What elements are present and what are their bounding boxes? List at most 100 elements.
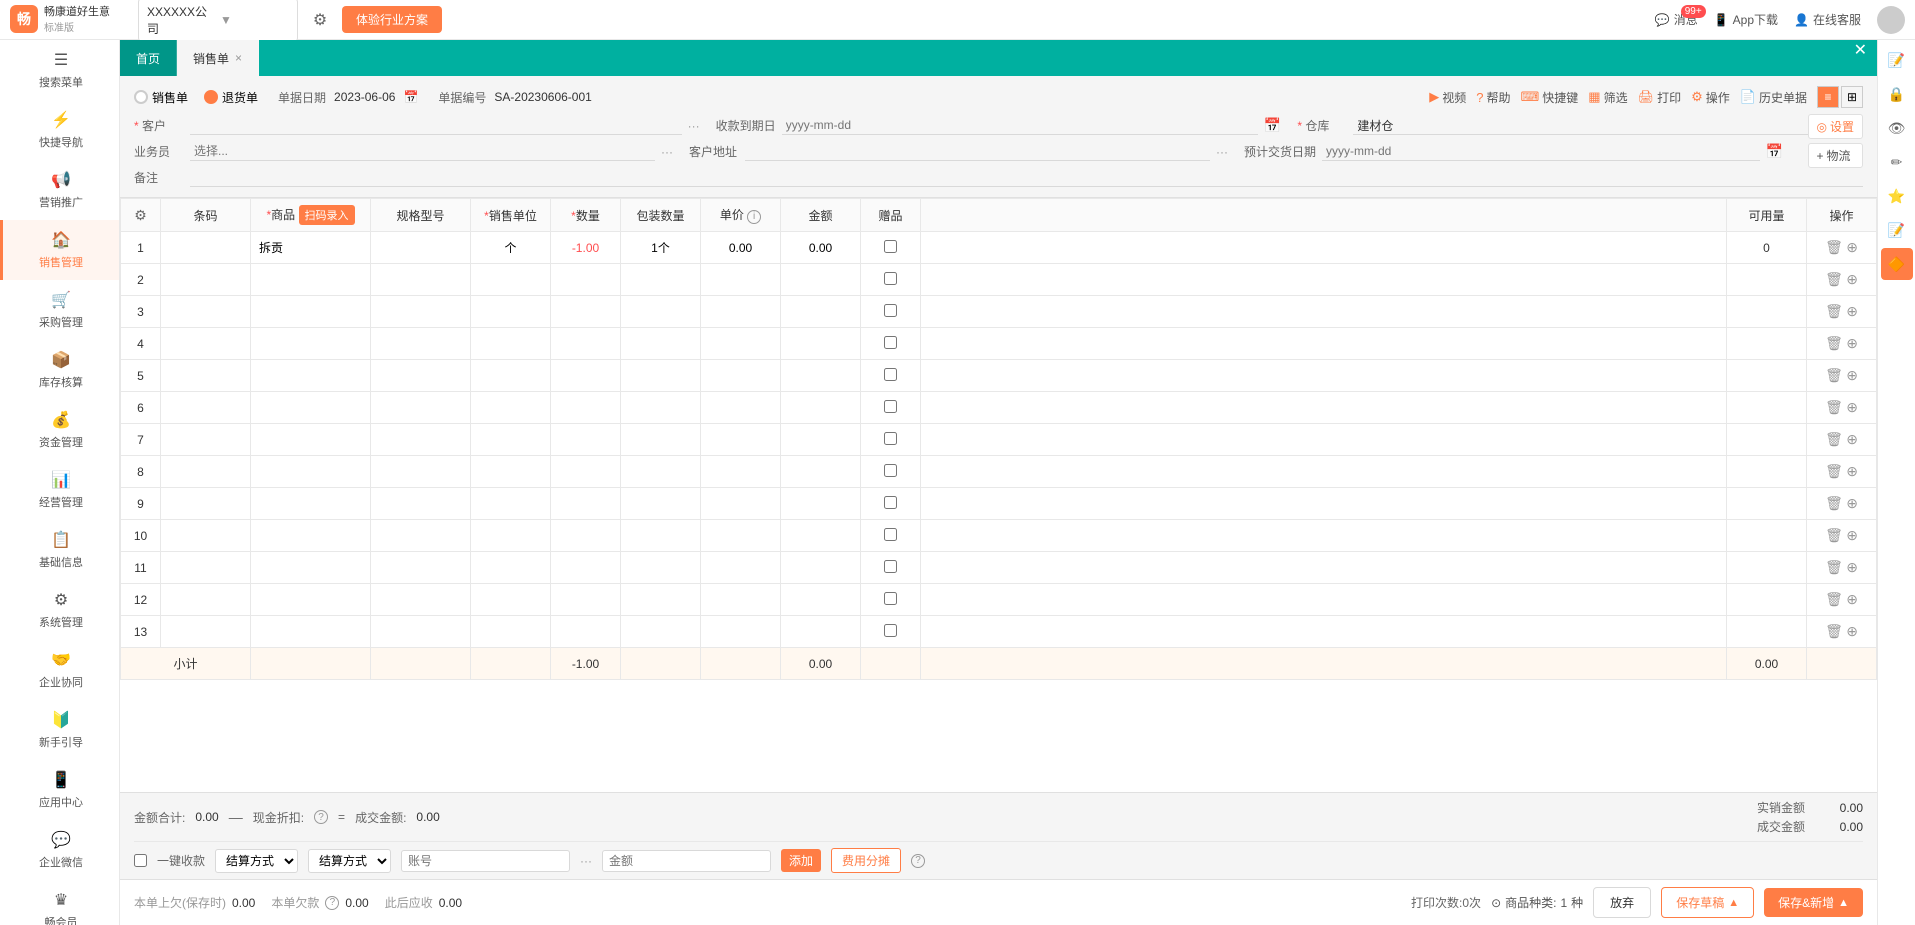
rp-lock-icon[interactable]: 🔒 [1881, 78, 1913, 110]
row-copy-icon-6[interactable]: ⊕ [1846, 399, 1858, 415]
rp-star-icon[interactable]: ⭐ [1881, 180, 1913, 212]
row-price-3[interactable] [701, 296, 781, 328]
fee-help-icon[interactable]: ? [911, 854, 925, 868]
row-product-13[interactable] [251, 616, 371, 648]
payment-method-select[interactable]: 结算方式 [215, 849, 298, 873]
cash-discount-info-icon[interactable]: ? [314, 810, 328, 824]
row-barcode-4[interactable] [161, 328, 251, 360]
row-pkgqty-5[interactable] [621, 360, 701, 392]
row-delete-icon-3[interactable]: 🗑 [1825, 303, 1843, 319]
row-barcode-6[interactable] [161, 392, 251, 424]
row-product-8[interactable] [251, 456, 371, 488]
row-price-4[interactable] [701, 328, 781, 360]
row-qty-6[interactable] [551, 392, 621, 424]
row-copy-icon-9[interactable]: ⊕ [1846, 495, 1858, 511]
row-product-9[interactable] [251, 488, 371, 520]
row-gift-5[interactable] [861, 360, 921, 392]
row-delete-icon-8[interactable]: 🗑 [1825, 463, 1843, 479]
row-amount-2[interactable] [781, 264, 861, 296]
row-spec-12[interactable] [371, 584, 471, 616]
row-unit-11[interactable] [471, 552, 551, 584]
payment-sub-select[interactable]: 结算方式 [308, 849, 391, 873]
row-gift-7[interactable] [861, 424, 921, 456]
row-amount-6[interactable] [781, 392, 861, 424]
sidebar-item-sales[interactable]: 🏠 销售管理 [0, 220, 119, 280]
row-spec-2[interactable] [371, 264, 471, 296]
row-pkgqty-13[interactable] [621, 616, 701, 648]
row-price-2[interactable] [701, 264, 781, 296]
row-price-11[interactable] [701, 552, 781, 584]
print-button[interactable]: 🖨 打印 [1638, 89, 1682, 106]
row-pkgqty-2[interactable] [621, 264, 701, 296]
row-barcode-1[interactable] [161, 232, 251, 264]
row-qty-1[interactable] [551, 232, 621, 264]
calendar-icon[interactable]: 📅 [403, 90, 418, 104]
row-amount-13[interactable] [781, 616, 861, 648]
row-product-2[interactable] [251, 264, 371, 296]
row-product-5[interactable] [251, 360, 371, 392]
row-gift-3[interactable] [861, 296, 921, 328]
row-delete-icon-6[interactable]: 🗑 [1825, 399, 1843, 415]
row-pkgqty-1[interactable] [621, 232, 701, 264]
row-copy-icon-10[interactable]: ⊕ [1846, 527, 1858, 543]
sidebar-item-member[interactable]: ♛ 畅会员 [0, 880, 119, 925]
row-gift-2[interactable] [861, 264, 921, 296]
row-copy-icon-4[interactable]: ⊕ [1846, 335, 1858, 351]
row-pkgqty-11[interactable] [621, 552, 701, 584]
row-qty-3[interactable] [551, 296, 621, 328]
row-delete-icon-2[interactable]: 🗑 [1825, 271, 1843, 287]
row-spec-3[interactable] [371, 296, 471, 328]
amount-input[interactable] [602, 850, 771, 872]
row-barcode-3[interactable] [161, 296, 251, 328]
row-product-7[interactable] [251, 424, 371, 456]
fee-split-button[interactable]: 费用分摊 [831, 848, 901, 873]
row-unit-1[interactable] [471, 232, 551, 264]
row-unit-9[interactable] [471, 488, 551, 520]
radio-sale[interactable]: 销售单 [134, 89, 188, 106]
row-qty-7[interactable] [551, 424, 621, 456]
row-delete-icon-1[interactable]: 🗑 [1825, 239, 1843, 255]
row-barcode-5[interactable] [161, 360, 251, 392]
row-spec-1[interactable] [371, 232, 471, 264]
row-price-13[interactable] [701, 616, 781, 648]
rp-edit2-icon[interactable]: 📝 [1881, 214, 1913, 246]
row-unit-3[interactable] [471, 296, 551, 328]
tab-sales-order[interactable]: 销售单 × [177, 40, 259, 76]
row-spec-8[interactable] [371, 456, 471, 488]
row-pkgqty-3[interactable] [621, 296, 701, 328]
ops-button[interactable]: ⚙ 操作 [1691, 89, 1730, 106]
row-delete-icon-12[interactable]: 🗑 [1825, 591, 1843, 607]
row-copy-icon-7[interactable]: ⊕ [1846, 431, 1858, 447]
sidebar-item-search-order[interactable]: ☰ 搜索菜单 [0, 40, 119, 100]
row-spec-4[interactable] [371, 328, 471, 360]
row-barcode-12[interactable] [161, 584, 251, 616]
row-delete-icon-7[interactable]: 🗑 [1825, 431, 1843, 447]
rp-orange-icon[interactable]: 🔶 [1881, 248, 1913, 280]
view-grid-icon[interactable]: ⊞ [1841, 86, 1863, 108]
online-service-button[interactable]: 👤 在线客服 [1794, 11, 1861, 28]
row-price-8[interactable] [701, 456, 781, 488]
history-button[interactable]: 📄 历史单据 [1740, 89, 1807, 106]
row-spec-13[interactable] [371, 616, 471, 648]
row-unit-8[interactable] [471, 456, 551, 488]
row-pkgqty-8[interactable] [621, 456, 701, 488]
row-barcode-7[interactable] [161, 424, 251, 456]
sidebar-item-system[interactable]: ⚙ 系统管理 [0, 580, 119, 640]
customer-ellipsis[interactable]: ··· [688, 119, 700, 133]
row-price-5[interactable] [701, 360, 781, 392]
row-product-6[interactable] [251, 392, 371, 424]
row-gift-12[interactable] [861, 584, 921, 616]
help-button[interactable]: ? 帮助 [1476, 89, 1510, 106]
filter-button[interactable]: ▦ 筛选 [1588, 89, 1627, 106]
row-spec-5[interactable] [371, 360, 471, 392]
row-copy-icon-1[interactable]: ⊕ [1846, 239, 1858, 255]
row-unit-6[interactable] [471, 392, 551, 424]
row-delete-icon-13[interactable]: 🗑 [1825, 623, 1843, 639]
avatar[interactable] [1877, 6, 1905, 34]
row-qty-11[interactable] [551, 552, 621, 584]
video-button[interactable]: ▶ 视频 [1429, 89, 1466, 106]
customer-addr-input[interactable] [745, 142, 1210, 161]
row-spec-9[interactable] [371, 488, 471, 520]
est-delivery-calendar-icon[interactable]: 📅 [1766, 143, 1783, 160]
row-copy-icon-13[interactable]: ⊕ [1846, 623, 1858, 639]
